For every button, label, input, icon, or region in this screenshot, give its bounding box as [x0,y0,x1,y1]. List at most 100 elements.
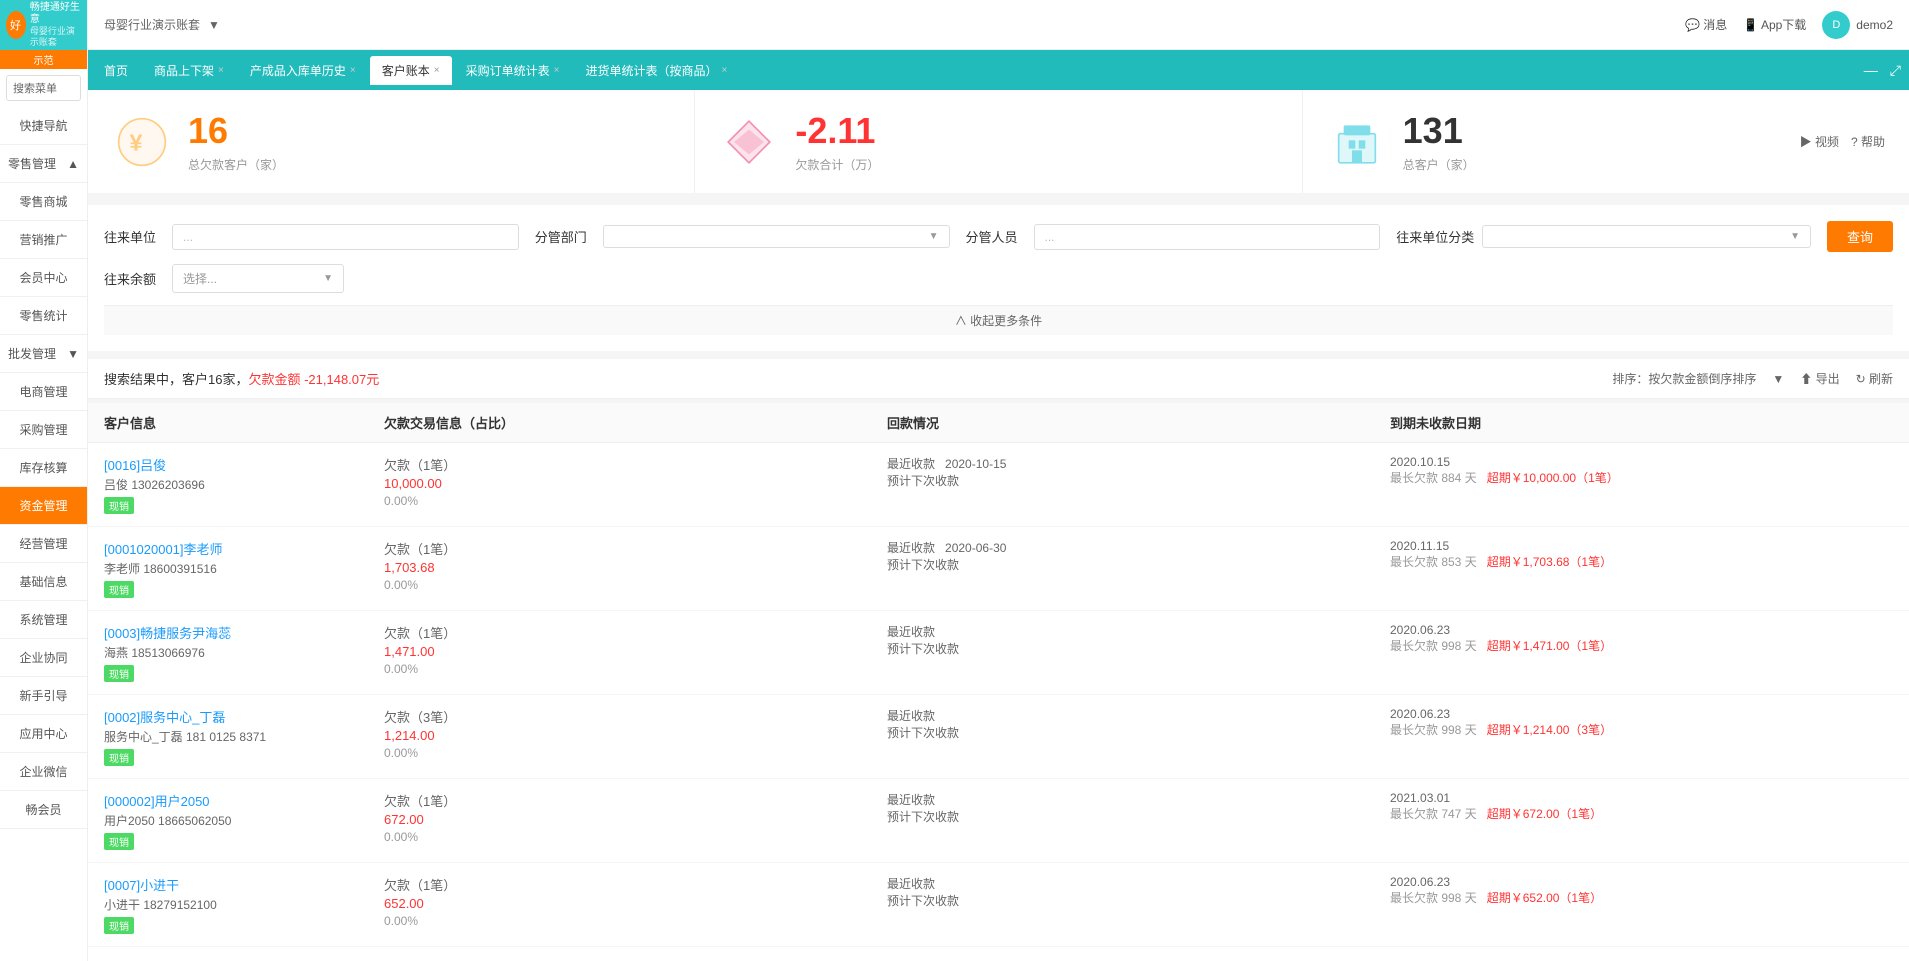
refresh-btn[interactable]: ↻ 刷新 [1856,370,1893,387]
tab-customer-ledger[interactable]: 客户账本 × [370,56,452,85]
overdue-link[interactable]: 超期￥672.00（1笔） [1487,807,1602,821]
sidebar-search-area[interactable]: 搜索菜单 [0,69,87,107]
customer-name-link[interactable]: [0007]小进干 [104,875,384,894]
stat-card-debt-total: -2.11 欠款合计（万） [695,90,1302,193]
stat-info-1: 16 总欠款客户（家） [188,110,284,173]
customer-info-cell: [0003]畅捷服务尹海蕊 海燕 18513066976 现销 [104,623,384,682]
customer-name-link[interactable]: [000002]用户2050 [104,791,384,810]
tab-close-1[interactable]: × [218,65,224,76]
customer-tag: 现销 [104,917,134,934]
sidebar-item-ecommerce[interactable]: 电商管理 [0,373,87,411]
filter-person-input[interactable]: ... [1034,224,1381,250]
col-header-due-date: 到期未收款日期 [1390,413,1893,432]
sidebar-item-newbie[interactable]: 新手引导 [0,677,87,715]
sidebar-item-finance[interactable]: 资金管理 [0,487,87,525]
sidebar-item-quick-nav[interactable]: 快捷导航 [0,107,87,145]
overdue-link[interactable]: 超期￥1,471.00（1笔） [1487,639,1612,653]
svg-text:¥: ¥ [130,129,143,155]
sidebar-item-collab[interactable]: 企业协同 [0,639,87,677]
overdue-link[interactable]: 超期￥1,703.68（1笔） [1487,555,1612,569]
sidebar-logo: 好 畅捷通好生意 母婴行业演示账套 [0,0,87,50]
stat-value-3: 131 [1403,110,1475,152]
filter-balance-label: 往来余额 [104,269,164,288]
stat-card-debt-customers: ¥ 16 总欠款客户（家） [88,90,695,193]
filter-dept: 分管部门 ▼ [535,225,950,248]
stat-icon-building [1327,112,1387,172]
sidebar-item-wechat[interactable]: 企业微信 [0,753,87,791]
sidebar-item-inventory[interactable]: 库存核算 [0,449,87,487]
filter-category-select[interactable]: ▼ [1482,225,1811,248]
main-content: 母婴行业演示账套 ▼ 💬 消息 📱 App下载 D demo2 首页 商品上下架… [88,0,1909,961]
customer-name-link[interactable]: [0003]畅捷服务尹海蕊 [104,623,384,642]
customer-name-link[interactable]: [0001020001]李老师 [104,539,384,558]
sidebar-item-apps[interactable]: 应用中心 [0,715,87,753]
tabs-bar: 首页 商品上下架 × 产成品入库单历史 × 客户账本 × 采购订单统计表 × 进… [88,50,1909,90]
video-btn[interactable]: ▶ 视频 [1800,133,1839,150]
search-button[interactable]: 查询 [1827,221,1893,252]
message-btn[interactable]: 💬 消息 [1685,16,1727,33]
overdue-link[interactable]: 超期￥652.00（1笔） [1487,891,1602,905]
tabs-expand-btn[interactable]: ⤢ [1886,58,1905,83]
filter-customer-input[interactable]: ... [172,224,519,250]
due-date-cell: 2020.06.23 最长欠款 998 天 超期￥1,214.00（3笔） [1390,707,1893,738]
tab-close-5[interactable]: × [721,65,727,76]
tab-close-4[interactable]: × [554,65,560,76]
sidebar-item-retail-stats[interactable]: 零售统计 [0,297,87,335]
table-header: 客户信息 欠款交易信息（占比） 回款情况 到期未收款日期 [88,403,1909,443]
tab-inbound-stats[interactable]: 进货单统计表（按商品） × [573,56,739,85]
table-row: [0003]畅捷服务尹海蕊 海燕 18513066976 现销 欠款（1笔） 1… [88,611,1909,695]
stat-value-2: -2.11 [795,110,879,152]
company-name: 母婴行业演示账套 [104,16,200,33]
tabs-minimize-btn[interactable]: — [1860,58,1882,83]
sidebar-item-members[interactable]: 会员中心 [0,259,87,297]
customer-info-cell: [0001020001]李老师 李老师 18600391516 现销 [104,539,384,598]
due-date-cell: 2020.06.23 最长欠款 998 天 超期￥1,471.00（1笔） [1390,623,1893,654]
help-btn[interactable]: ? 帮助 [1851,133,1885,150]
user-area[interactable]: D demo2 [1822,11,1893,39]
result-summary: 搜索结果中，客户16家，欠款金额 -21,148.07元 [104,369,379,388]
collapse-filters-btn[interactable]: ∧ 收起更多条件 [104,305,1893,335]
stat-info-2: -2.11 欠款合计（万） [795,110,879,173]
filter-category-label: 往来单位分类 [1396,227,1474,246]
app-download-btn[interactable]: 📱 App下载 [1743,16,1806,33]
due-date-cell: 2020.11.15 最长欠款 853 天 超期￥1,703.68（1笔） [1390,539,1893,570]
result-info-bar: 搜索结果中，客户16家，欠款金额 -21,148.07元 排序：按欠款金额倒序排… [88,359,1909,399]
customer-phone: 吕俊 13026203696 [104,476,384,493]
tab-product-listing[interactable]: 商品上下架 × [142,56,236,85]
customer-phone: 海燕 18513066976 [104,644,384,661]
tab-inbound-history[interactable]: 产成品入库单历史 × [238,56,368,85]
sort-dropdown-icon[interactable]: ▼ [1772,372,1784,386]
overdue-link[interactable]: 超期￥10,000.00（1笔） [1487,471,1619,485]
sidebar-item-member-plus[interactable]: 畅会员 [0,791,87,829]
sidebar-item-basic-info[interactable]: 基础信息 [0,563,87,601]
export-btn[interactable]: ⬆ 导出 [1800,370,1839,387]
overdue-link[interactable]: 超期￥1,214.00（3笔） [1487,723,1612,737]
sidebar-item-wholesale-mgmt[interactable]: 批发管理 ▼ [0,335,87,373]
customer-name-link[interactable]: [0002]服务中心_丁磊 [104,707,384,726]
recovery-cell: 最近收款 2020-10-15 预计下次收款 [887,455,1390,489]
search-menu-button[interactable]: 搜索菜单 [6,75,81,101]
table-row: [0002]服务中心_丁磊 服务中心_丁磊 181 0125 8371 现销 欠… [88,695,1909,779]
sidebar-item-retail-mall[interactable]: 零售商城 [0,183,87,221]
filter-balance-select[interactable]: 选择... ▼ [172,264,344,293]
sidebar-item-operations[interactable]: 经营管理 [0,525,87,563]
tab-purchase-stats[interactable]: 采购订单统计表 × [454,56,572,85]
filter-area: 往来单位 ... 分管部门 ▼ 分管人员 ... [88,205,1909,351]
dropdown-icon[interactable]: ▼ [208,18,220,32]
sidebar-item-retail-mgmt[interactable]: 零售管理 ▲ [0,145,87,183]
sidebar-logo-text: 畅捷通好生意 母婴行业演示账套 [30,2,81,48]
filter-dept-select[interactable]: ▼ [603,225,950,248]
sidebar-item-purchase[interactable]: 采购管理 [0,411,87,449]
customer-name-link[interactable]: [0016]吕俊 [104,455,384,474]
sidebar-item-system[interactable]: 系统管理 [0,601,87,639]
col-header-customer: 客户信息 [104,413,384,432]
stat-card-actions: ▶ 视频 ? 帮助 [1800,133,1885,150]
recovery-cell: 最近收款 预计下次收款 [887,623,1390,657]
tab-home[interactable]: 首页 [92,56,140,85]
tab-close-2[interactable]: × [350,65,356,76]
sidebar-item-marketing[interactable]: 营销推广 [0,221,87,259]
sort-label: 排序：按欠款金额倒序排序 [1612,370,1756,387]
customer-tag: 现销 [104,665,134,682]
customer-phone: 小进干 18279152100 [104,896,384,913]
tab-close-3[interactable]: × [434,65,440,76]
